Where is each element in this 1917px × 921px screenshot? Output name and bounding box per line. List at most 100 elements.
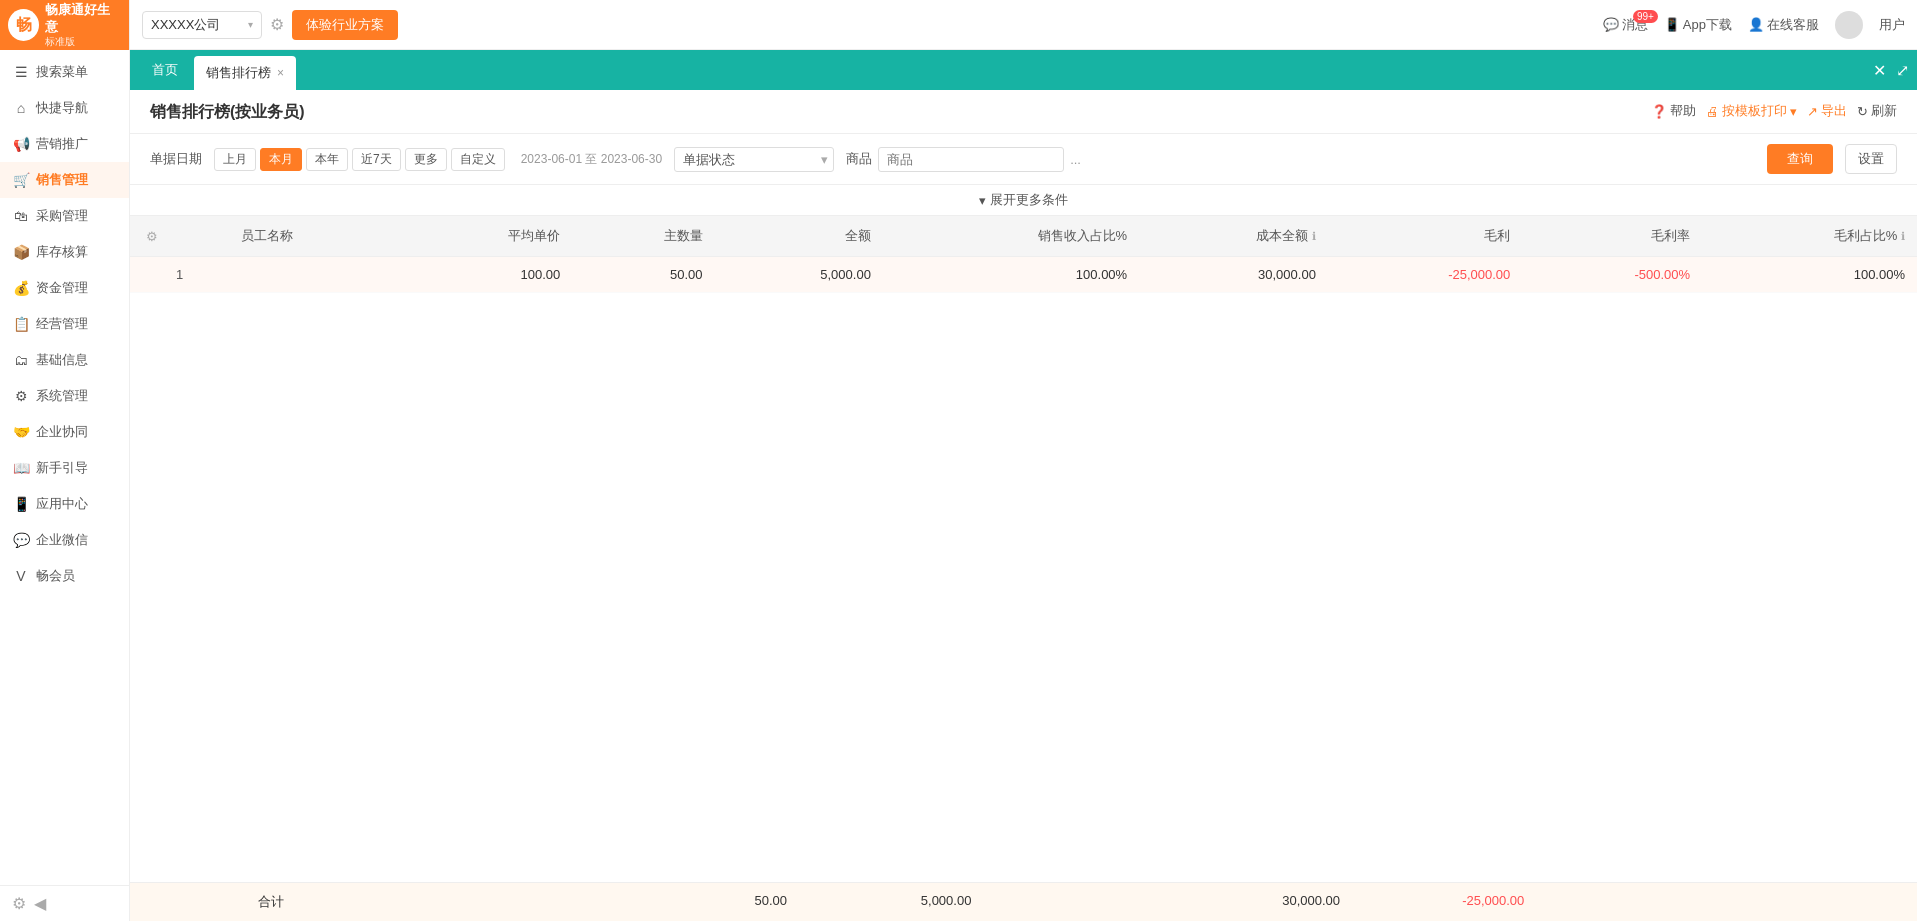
help-icon: ❓	[1651, 104, 1667, 119]
top-header: XXXXX公司 ▾ ⚙ 体验行业方案 💬 消息 99+ 📱 App下载 👤 在线…	[130, 0, 1917, 50]
print-button[interactable]: 🖨 按模板打印 ▾	[1706, 102, 1797, 120]
sidebar-icon-system: ⚙	[12, 388, 30, 404]
sidebar-label-marketing: 营销推广	[36, 135, 88, 153]
sidebar-label-purchase: 采购管理	[36, 207, 88, 225]
tab-close-window-icon[interactable]: ✕	[1873, 61, 1886, 80]
tab-sales-ranking[interactable]: 销售排行榜 ×	[194, 56, 296, 90]
col-name: 员工名称	[229, 216, 401, 257]
trial-button[interactable]: 体验行业方案	[292, 10, 398, 40]
sidebar-item-base[interactable]: 🗂基础信息	[0, 342, 129, 378]
sidebar-item-sales[interactable]: 🛒销售管理	[0, 162, 129, 198]
help-button[interactable]: ❓ 帮助	[1651, 102, 1696, 120]
date-btn-5[interactable]: 自定义	[451, 148, 505, 171]
sidebar-item-marketing[interactable]: 📢营销推广	[0, 126, 129, 162]
goods-input[interactable]	[878, 147, 1064, 172]
refresh-button[interactable]: ↻ 刷新	[1857, 102, 1897, 120]
expand-conditions-button[interactable]: ▾ 展开更多条件	[979, 191, 1068, 209]
gross-pct-cell: 100.00%	[1702, 257, 1917, 293]
collapse-icon[interactable]: ◀	[34, 894, 46, 913]
sidebar-item-enterprise[interactable]: 🤝 企业协同	[0, 414, 129, 450]
rank-cell: 1	[130, 257, 229, 293]
header-gear-icon[interactable]: ⚙	[270, 15, 284, 34]
app-download-button[interactable]: 📱 App下载	[1664, 16, 1732, 34]
col-qty: 主数量	[572, 216, 714, 257]
date-btn-1[interactable]: 本月	[260, 148, 302, 171]
cost-cell: 30,000.00	[1139, 257, 1328, 293]
sidebar-bottom: ⚙ ◀	[0, 885, 129, 921]
header-right: 💬 消息 99+ 📱 App下载 👤 在线客服 用户	[1603, 11, 1905, 39]
col-settings[interactable]: ⚙	[130, 216, 229, 257]
sidebar-item-weixin[interactable]: 💬企业微信	[0, 522, 129, 558]
export-label: 导出	[1821, 102, 1847, 120]
gross-pct-info-icon[interactable]: ℹ	[1901, 230, 1905, 242]
table-settings-icon[interactable]: ⚙	[142, 226, 162, 246]
online-service-button[interactable]: 👤 在线客服	[1748, 16, 1819, 34]
date-btn-0[interactable]: 上月	[214, 148, 256, 171]
col-gross-pct: 毛利占比% ℹ	[1702, 216, 1917, 257]
company-selector[interactable]: XXXXX公司 ▾	[142, 11, 262, 39]
sidebar-item-inventory[interactable]: 📦 库存核算	[0, 234, 129, 270]
avatar[interactable]	[1835, 11, 1863, 39]
col-sales-pct: 销售收入占比%	[883, 216, 1139, 257]
sidebar-label-base: 基础信息	[36, 351, 88, 369]
table-area: ⚙ 员工名称 平均单价 主数量 全额 销售收入占比% 成本全额 ℹ 毛利 毛利率	[130, 216, 1917, 882]
sidebar-label-system: 系统管理	[36, 387, 88, 405]
sidebar-item-member[interactable]: V畅会员	[0, 558, 129, 594]
settings-bottom-icon[interactable]: ⚙	[12, 894, 26, 913]
footer-gross-pct	[1721, 893, 1905, 911]
expand-label: 展开更多条件	[990, 191, 1068, 209]
footer-qty: 50.00	[615, 893, 799, 911]
export-icon: ↗	[1807, 104, 1818, 119]
sidebar-icon-search-order: ☰	[12, 64, 30, 80]
col-gross: 毛利	[1328, 216, 1522, 257]
expand-chevron-icon: ▾	[979, 193, 986, 208]
sidebar-item-guide[interactable]: 📖新手引导	[0, 450, 129, 486]
tab-close-icon[interactable]: ×	[277, 66, 284, 80]
logo-icon: 畅	[8, 9, 39, 41]
setting-button[interactable]: 设置	[1845, 144, 1897, 174]
date-btn-4[interactable]: 更多	[405, 148, 447, 171]
goods-filter-group: 商品 ...	[846, 147, 1081, 172]
date-btn-3[interactable]: 近7天	[352, 148, 401, 171]
status-select[interactable]: 单据状态	[674, 147, 834, 172]
sidebar-label-enterprise: 企业协同	[36, 423, 88, 441]
app-icon: 📱	[1664, 17, 1680, 32]
sidebar: 畅 畅康通好生意 标准版 ☰搜索菜单⌂快捷导航📢营销推广🛒销售管理🛍采购管理📦库…	[0, 0, 130, 921]
sidebar-item-finance[interactable]: 💰资金管理	[0, 270, 129, 306]
sidebar-label-operations: 经营管理	[36, 315, 88, 333]
tab-home[interactable]: 首页	[138, 55, 192, 85]
ranking-table: ⚙ 员工名称 平均单价 主数量 全额 销售收入占比% 成本全额 ℹ 毛利 毛利率	[130, 216, 1917, 293]
sidebar-item-app-center[interactable]: 📱应用中心	[0, 486, 129, 522]
message-badge: 99+	[1633, 10, 1658, 23]
sidebar-icon-guide: 📖	[12, 460, 30, 476]
export-button[interactable]: ↗ 导出	[1807, 102, 1847, 120]
date-btn-2[interactable]: 本年	[306, 148, 348, 171]
tab-maximize-icon[interactable]: ⤢	[1896, 61, 1909, 80]
footer-gross-rate	[1536, 893, 1720, 911]
sidebar-icon-member: V	[12, 568, 30, 584]
name-cell	[229, 257, 401, 293]
expand-row: ▾ 展开更多条件	[130, 185, 1917, 216]
sidebar-item-search-order[interactable]: ☰搜索菜单	[0, 54, 129, 90]
col-amount: 全额	[715, 216, 883, 257]
sidebar-item-quick-nav[interactable]: ⌂快捷导航	[0, 90, 129, 126]
cost-info-icon[interactable]: ℹ	[1312, 230, 1316, 242]
sidebar-item-system[interactable]: ⚙ 系统管理	[0, 378, 129, 414]
query-button[interactable]: 查询	[1767, 144, 1833, 174]
sidebar-label-inventory: 库存核算	[36, 243, 88, 261]
more-filters-btn[interactable]: ...	[1070, 152, 1081, 167]
sidebar-icon-purchase: 🛍	[12, 208, 30, 224]
status-select-wrapper: 单据状态	[674, 147, 834, 172]
app-label: App下载	[1683, 16, 1732, 34]
sidebar-item-purchase[interactable]: 🛍 采购管理	[0, 198, 129, 234]
page-actions: ❓ 帮助 🖨 按模板打印 ▾ ↗ 导出 ↻ 刷新	[1651, 102, 1897, 130]
message-button[interactable]: 💬 消息 99+	[1603, 16, 1648, 34]
footer-sales-pct	[983, 893, 1167, 911]
sidebar-item-operations[interactable]: 📋经营管理	[0, 306, 129, 342]
print-chevron-icon: ▾	[1790, 104, 1797, 119]
content-area: 销售排行榜(按业务员) ❓ 帮助 🖨 按模板打印 ▾ ↗ 导出 ↻ 刷新	[130, 90, 1917, 921]
sidebar-icon-enterprise: 🤝	[12, 424, 30, 440]
print-icon: 🖨	[1706, 104, 1719, 119]
sidebar-icon-inventory: 📦	[12, 244, 30, 260]
sidebar-label-finance: 资金管理	[36, 279, 88, 297]
